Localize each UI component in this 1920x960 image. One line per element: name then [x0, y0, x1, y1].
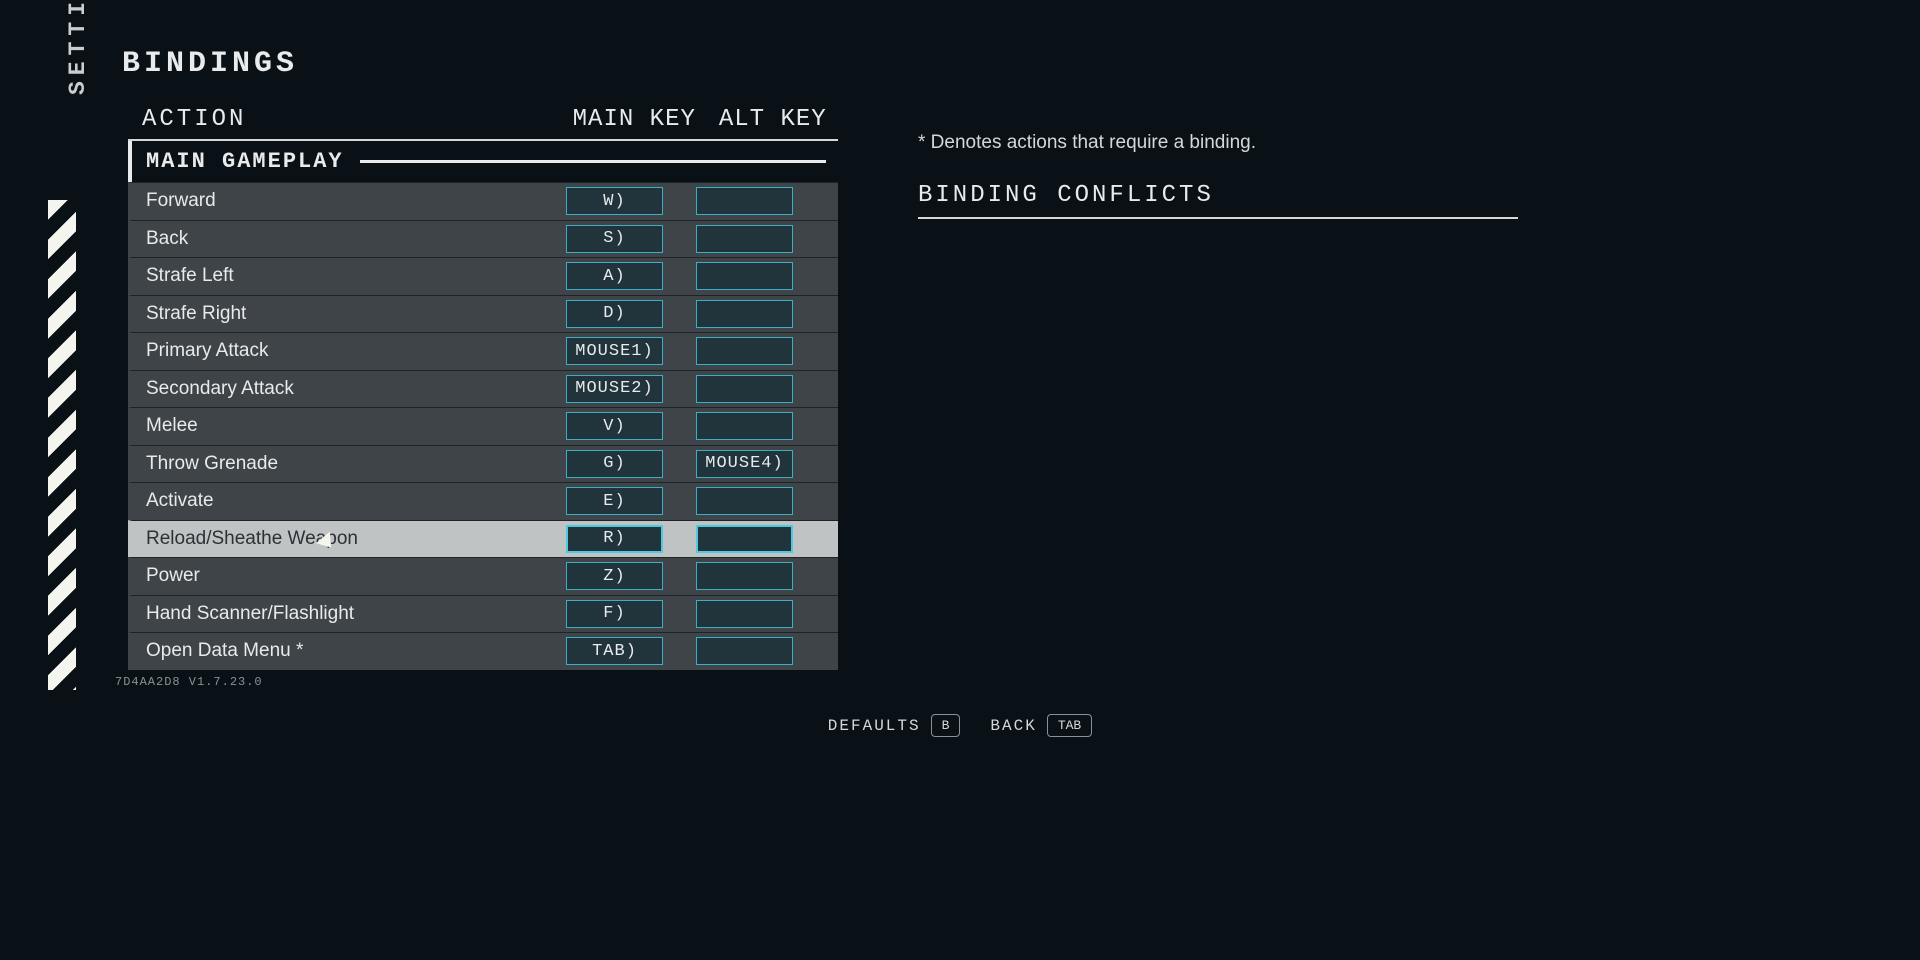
defaults-label: DEFAULTS [828, 717, 921, 735]
settings-vertical-label: SETTINGS [65, 0, 91, 95]
alt-key-button[interactable] [696, 637, 793, 665]
alt-key-button[interactable] [696, 337, 793, 365]
bindings-table: ACTION MAIN KEY ALT KEY MAIN GAMEPLAY Fo… [128, 100, 838, 670]
column-header-action: ACTION [142, 106, 569, 133]
action-label: Activate [146, 490, 566, 512]
column-header-alt-key: ALT KEY [708, 106, 838, 133]
action-label: Open Data Menu * [146, 640, 566, 662]
binding-row[interactable]: Strafe LeftA) [128, 257, 838, 295]
main-key-button[interactable]: V) [566, 412, 663, 440]
main-key-button[interactable]: TAB) [566, 637, 663, 665]
required-binding-note: * Denotes actions that require a binding… [918, 132, 1518, 154]
alt-key-button[interactable]: MOUSE4) [696, 450, 793, 478]
alt-key-button[interactable] [696, 225, 793, 253]
alt-key-button[interactable] [696, 262, 793, 290]
main-key-button[interactable]: MOUSE1) [566, 337, 663, 365]
binding-row[interactable]: Secondary AttackMOUSE2) [128, 370, 838, 408]
alt-key-button[interactable] [696, 562, 793, 590]
main-key-button[interactable]: F) [566, 600, 663, 628]
version-string: 7D4AA2D8 V1.7.23.0 [115, 675, 263, 689]
binding-row[interactable]: ActivateE) [128, 482, 838, 520]
section-label: MAIN GAMEPLAY [146, 149, 344, 174]
action-label: Forward [146, 190, 566, 212]
back-button[interactable]: BACK TAB [990, 714, 1092, 737]
back-label: BACK [990, 717, 1036, 735]
binding-conflicts-header: BINDING CONFLICTS [918, 182, 1518, 219]
main-key-button[interactable]: E) [566, 487, 663, 515]
binding-row[interactable]: MeleeV) [128, 407, 838, 445]
alt-key-button[interactable] [696, 187, 793, 215]
action-label: Power [146, 565, 566, 587]
action-label: Secondary Attack [146, 378, 566, 400]
alt-key-button[interactable] [696, 487, 793, 515]
alt-key-button[interactable] [696, 412, 793, 440]
binding-row[interactable]: Open Data Menu *TAB) [128, 632, 838, 670]
defaults-button[interactable]: DEFAULTS B [828, 714, 961, 737]
table-header-row: ACTION MAIN KEY ALT KEY [128, 100, 838, 141]
action-label: Reload/Sheathe Weapon [146, 528, 566, 550]
action-label: Hand Scanner/Flashlight [146, 603, 566, 625]
main-key-button[interactable]: G) [566, 450, 663, 478]
section-divider [360, 160, 826, 163]
page-title: BINDINGS [122, 47, 298, 81]
alt-key-button[interactable] [696, 300, 793, 328]
binding-row[interactable]: PowerZ) [128, 557, 838, 595]
action-label: Strafe Right [146, 303, 566, 325]
footer-bar: DEFAULTS B BACK TAB [0, 714, 1920, 737]
hazard-stripe-decoration [48, 200, 76, 690]
alt-key-button[interactable] [696, 600, 793, 628]
binding-row[interactable]: BackS) [128, 220, 838, 258]
main-key-button[interactable]: MOUSE2) [566, 375, 663, 403]
info-panel: * Denotes actions that require a binding… [918, 132, 1518, 219]
alt-key-button[interactable] [696, 525, 793, 553]
action-label: Primary Attack [146, 340, 566, 362]
binding-row[interactable]: Strafe RightD) [128, 295, 838, 333]
alt-key-button[interactable] [696, 375, 793, 403]
binding-row[interactable]: Throw GrenadeG) MOUSE4) [128, 445, 838, 483]
action-label: Strafe Left [146, 265, 566, 287]
binding-row[interactable]: Reload/Sheathe WeaponR) [128, 520, 838, 558]
column-header-main-key: MAIN KEY [569, 106, 699, 133]
action-label: Melee [146, 415, 566, 437]
main-key-button[interactable]: D) [566, 300, 663, 328]
defaults-key-hint: B [931, 714, 961, 737]
action-label: Back [146, 228, 566, 250]
main-key-button[interactable]: Z) [566, 562, 663, 590]
back-key-hint: TAB [1047, 714, 1092, 737]
section-header: MAIN GAMEPLAY [128, 141, 838, 182]
binding-row[interactable]: ForwardW) [128, 182, 838, 220]
main-key-button[interactable]: R) [566, 525, 663, 553]
action-label: Throw Grenade [146, 453, 566, 475]
main-key-button[interactable]: W) [566, 187, 663, 215]
binding-row[interactable]: Hand Scanner/FlashlightF) [128, 595, 838, 633]
main-key-button[interactable]: S) [566, 225, 663, 253]
main-key-button[interactable]: A) [566, 262, 663, 290]
binding-row[interactable]: Primary AttackMOUSE1) [128, 332, 838, 370]
